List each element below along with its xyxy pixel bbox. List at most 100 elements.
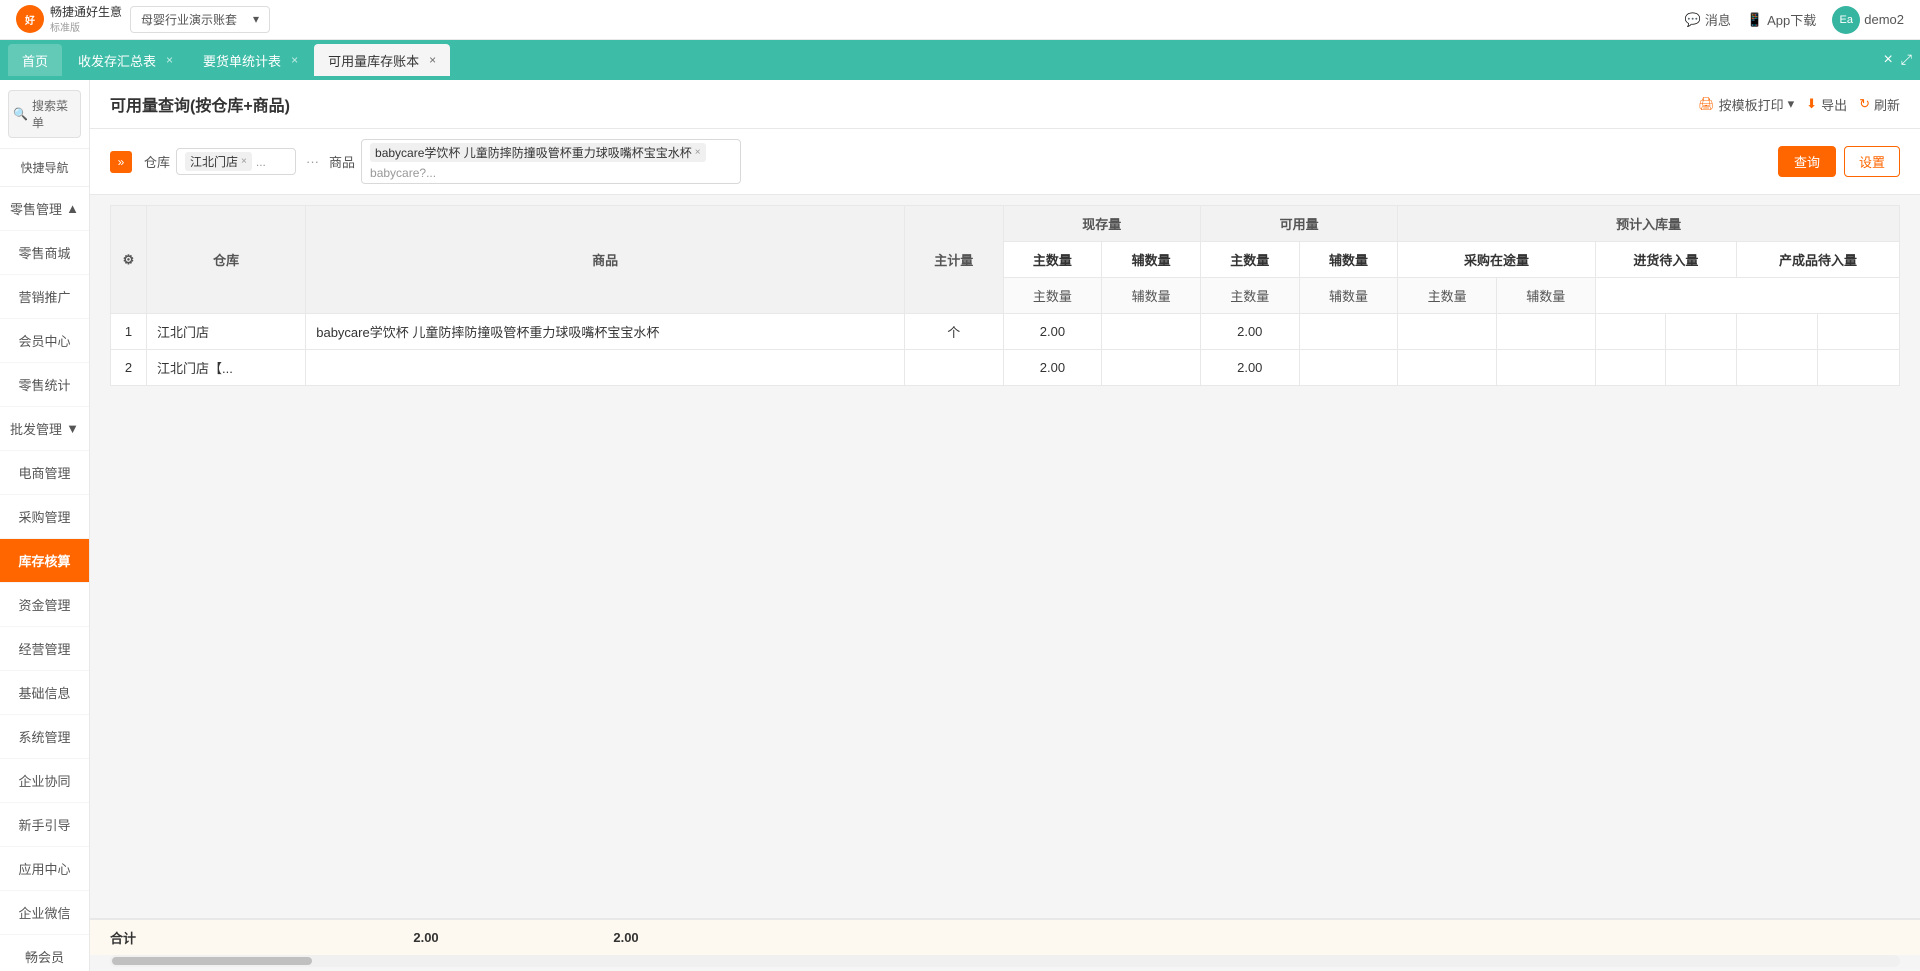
row-stock-main: 2.00 xyxy=(1003,314,1102,350)
sidebar-item-member-center[interactable]: 会员中心 xyxy=(0,319,89,363)
product-filter-container[interactable]: babycare学饮杯 儿童防摔防撞吸管杯重力球吸嘴杯宝宝水杯 × babyca… xyxy=(361,139,741,184)
row-finished-main xyxy=(1737,350,1818,386)
tab-home[interactable]: 首页 xyxy=(8,44,62,76)
sidebar-item-inventory-check[interactable]: 库存核算 xyxy=(0,539,89,583)
tab-available-stock[interactable]: 可用量库存账本 × xyxy=(314,44,450,76)
sidebar-item-wholesale-mgmt[interactable]: 批发管理 ▼ xyxy=(0,407,89,451)
sidebar-item-app-center[interactable]: 应用中心 xyxy=(0,847,89,891)
tab-available-label: 可用量库存账本 xyxy=(328,51,419,70)
expand-icon[interactable]: ⤢ xyxy=(1901,51,1912,69)
quick-nav-label: 快捷导航 xyxy=(20,159,68,176)
user-name: demo2 xyxy=(1864,12,1904,27)
product-tag: babycare学饮杯 儿童防摔防撞吸管杯重力球吸嘴杯宝宝水杯 × xyxy=(370,143,706,162)
sidebar-item-finance-mgmt[interactable]: 资金管理 xyxy=(0,583,89,627)
wholesale-arrow: ▼ xyxy=(66,421,79,436)
phone-icon: 📱 xyxy=(1747,12,1763,28)
industry-selector[interactable]: 母婴行业演示账套 ▾ xyxy=(130,6,270,33)
tab-receive-close[interactable]: × xyxy=(166,53,173,67)
row-avail-aux xyxy=(1299,350,1398,386)
dropdown-icon: ▾ xyxy=(253,12,259,26)
row-avail-main: 2.00 xyxy=(1200,314,1299,350)
sidebar-item-retail-stats[interactable]: 零售统计 xyxy=(0,363,89,407)
instock-main-header: 主数量 xyxy=(1200,278,1299,314)
stock-header: 现存量 xyxy=(1003,206,1200,242)
row-stock-aux xyxy=(1102,314,1201,350)
refresh-label: 刷新 xyxy=(1874,95,1900,114)
row-purchase-main xyxy=(1398,314,1497,350)
row-unit: 个 xyxy=(904,314,1003,350)
main-layout: 🔍 搜索菜单 快捷导航 零售管理 ▲ 零售商城 营销推广 会员中心 零售统计 批… xyxy=(0,80,1920,971)
warehouse-filter-container[interactable]: 江北门店 × ... xyxy=(176,148,296,175)
nav-tabs: 首页 收发存汇总表 × 要货单统计表 × 可用量库存账本 × × ⤢ xyxy=(0,40,1920,80)
row-warehouse: 江北门店【... xyxy=(147,350,306,386)
refresh-icon: ↻ xyxy=(1859,96,1870,112)
page-title: 可用量查询(按仓库+商品) xyxy=(110,92,290,116)
sidebar-item-business-mgmt[interactable]: 经营管理 xyxy=(0,627,89,671)
tab-home-label: 首页 xyxy=(22,51,48,70)
table-footer: 合计 2.00 2.00 xyxy=(90,918,1920,955)
tab-order-close[interactable]: × xyxy=(291,53,298,67)
export-label: 导出 xyxy=(1821,95,1847,114)
logo-icon: 好 xyxy=(16,5,44,33)
sidebar-item-new-guide[interactable]: 新手引导 xyxy=(0,803,89,847)
warehouse-more[interactable]: ... xyxy=(256,155,266,169)
sidebar-item-ecommerce-mgmt[interactable]: 电商管理 xyxy=(0,451,89,495)
row-instock-main xyxy=(1595,314,1666,350)
row-avail-aux xyxy=(1299,314,1398,350)
user-area[interactable]: Ea demo2 xyxy=(1832,6,1904,34)
row-finished-aux xyxy=(1818,314,1900,350)
filter-group: 仓库 江北门店 × ... ··· 商品 babycare学饮杯 儿童防摔防撞吸… xyxy=(144,139,1766,184)
top-bar-left: 好 畅捷通好生意 标准版 母婴行业演示账套 ▾ xyxy=(16,5,270,34)
tab-receive-label: 收发存汇总表 xyxy=(78,51,156,70)
messages-btn[interactable]: 💬 消息 xyxy=(1685,10,1731,29)
row-purchase-aux xyxy=(1496,314,1595,350)
filter-area: » 仓库 江北门店 × ... ··· 商品 babycare学饮杯 儿童防摔防… xyxy=(90,129,1920,195)
row-product xyxy=(306,350,905,386)
tab-order-label: 要货单统计表 xyxy=(203,51,281,70)
sidebar-item-system-mgmt[interactable]: 系统管理 xyxy=(0,715,89,759)
product-more[interactable]: babycare?... xyxy=(370,166,436,180)
horizontal-scrollbar[interactable] xyxy=(110,955,1900,967)
tab-receive-summary[interactable]: 收发存汇总表 × xyxy=(64,44,187,76)
finished-aux-header: 辅数量 xyxy=(1496,278,1595,314)
tab-order-summary[interactable]: 要货单统计表 × xyxy=(189,44,312,76)
avail-aux-header: 辅数量 xyxy=(1299,242,1398,278)
row-instock-aux xyxy=(1666,314,1737,350)
sidebar-item-enterprise-wechat[interactable]: 企业微信 xyxy=(0,891,89,935)
export-btn[interactable]: ⬇ 导出 xyxy=(1806,95,1847,114)
close-all-icon[interactable]: × xyxy=(1883,51,1892,69)
query-button[interactable]: 查询 xyxy=(1778,146,1836,177)
sidebar-item-quick-nav[interactable]: 快捷导航 xyxy=(0,149,89,187)
sidebar-item-marketing[interactable]: 营销推广 xyxy=(0,275,89,319)
settings-button[interactable]: 设置 xyxy=(1844,146,1900,177)
filter-toggle-btn[interactable]: » xyxy=(110,151,132,173)
sidebar-item-enterprise-collab[interactable]: 企业协同 xyxy=(0,759,89,803)
print-btn[interactable]: 🖨 按模板打印 ▾ xyxy=(1698,95,1794,114)
download-label: App下载 xyxy=(1767,10,1816,29)
download-btn[interactable]: 📱 App下载 xyxy=(1747,10,1816,29)
estimated-header: 预计入库量 xyxy=(1398,206,1900,242)
tab-available-close[interactable]: × xyxy=(429,53,436,67)
row-stock-main: 2.00 xyxy=(1003,350,1102,386)
sidebar-item-purchase-mgmt[interactable]: 采购管理 xyxy=(0,495,89,539)
sidebar-item-basic-info[interactable]: 基础信息 xyxy=(0,671,89,715)
gear-header[interactable]: ⚙ xyxy=(111,206,147,314)
sidebar-item-retail-shop[interactable]: 零售商城 xyxy=(0,231,89,275)
message-icon: 💬 xyxy=(1685,12,1701,28)
available-header: 可用量 xyxy=(1200,206,1397,242)
page-actions: 🖨 按模板打印 ▾ ⬇ 导出 ↻ 刷新 xyxy=(1698,95,1900,114)
export-icon: ⬇ xyxy=(1806,96,1817,112)
search-menu-btn[interactable]: 🔍 搜索菜单 xyxy=(8,90,81,138)
scroll-thumb[interactable] xyxy=(112,957,312,965)
product-tag-close[interactable]: × xyxy=(695,147,701,158)
sidebar-item-vip-member[interactable]: 畅会员 xyxy=(0,935,89,971)
warehouse-tag-close[interactable]: × xyxy=(241,156,247,167)
industry-label: 母婴行业演示账套 xyxy=(141,11,237,28)
refresh-btn[interactable]: ↻ 刷新 xyxy=(1859,95,1900,114)
avail-main-header: 主数量 xyxy=(1200,242,1299,278)
avatar: Ea xyxy=(1832,6,1860,34)
top-bar-right: 💬 消息 📱 App下载 Ea demo2 xyxy=(1685,6,1904,34)
sidebar-item-retail-mgmt[interactable]: 零售管理 ▲ xyxy=(0,187,89,231)
row-index: 2 xyxy=(111,350,147,386)
filter-actions: 查询 设置 xyxy=(1778,146,1900,177)
